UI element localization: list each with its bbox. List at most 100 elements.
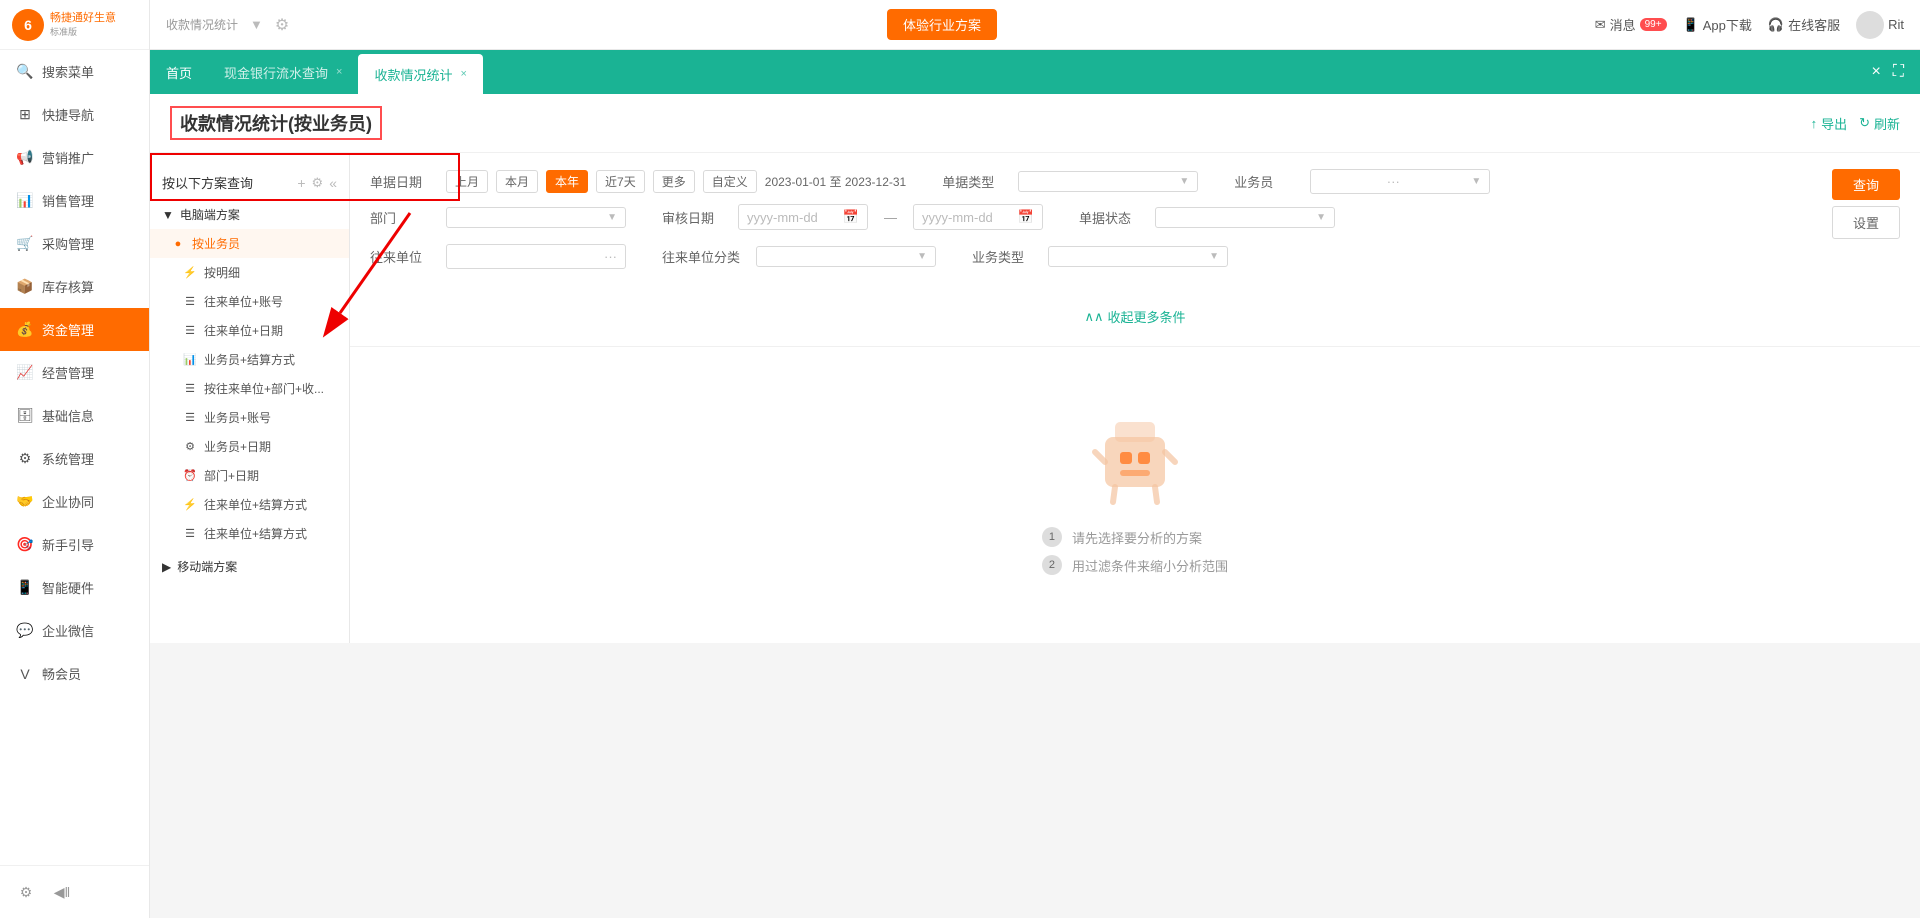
trial-button[interactable]: 体验行业方案: [887, 9, 997, 40]
step-2-num: 2: [1042, 555, 1062, 575]
tab-home[interactable]: 首页: [150, 50, 208, 94]
logo-icon: 6: [12, 9, 44, 41]
online-service-action[interactable]: 🎧 在线客服: [1768, 15, 1840, 34]
scheme-by-salesperson[interactable]: ● 按业务员: [150, 229, 349, 258]
finance-icon: 💰: [16, 321, 34, 339]
sidebar-item-hardware[interactable]: 📱 智能硬件: [0, 566, 149, 609]
mobile-section[interactable]: ▶ 移动端方案: [150, 552, 349, 581]
user-name: Rit: [1888, 17, 1904, 32]
sidebar-item-enterprise[interactable]: 🤝 企业协同: [0, 480, 149, 523]
date-btn-7days[interactable]: 近7天: [596, 170, 645, 193]
biz-type-label: 业务类型: [972, 247, 1032, 266]
date-range-text: 2023-01-01 至 2023-12-31: [765, 173, 906, 190]
partner-more-btn[interactable]: ···: [604, 249, 617, 264]
scheme-partner-settlement1[interactable]: ⚡ 往来单位+结算方式: [150, 490, 349, 519]
hardware-icon: 📱: [16, 579, 34, 597]
collapse-filter-btn[interactable]: ∧∧ 收起更多条件: [1084, 307, 1185, 326]
doc-status-select[interactable]: ▼: [1155, 207, 1335, 228]
filter-settings-button[interactable]: 设置: [1832, 206, 1900, 239]
settings-icon[interactable]: ⚙: [275, 15, 289, 35]
page-title: 收款情况统计(按业务员): [170, 106, 382, 140]
collapse-panel-btn[interactable]: «: [329, 175, 337, 191]
sidebar-item-search[interactable]: 🔍 搜索菜单: [0, 50, 149, 93]
date-btn-this-month[interactable]: 本月: [496, 170, 538, 193]
close-receipts-tab[interactable]: ×: [460, 68, 466, 80]
partner-select[interactable]: ···: [446, 244, 626, 269]
scheme-salesperson-settlement[interactable]: 📊 业务员+结算方式: [150, 345, 349, 374]
date-btn-custom[interactable]: 自定义: [703, 170, 757, 193]
export-button[interactable]: ↑ 导出: [1811, 114, 1848, 133]
step-1-text: 请先选择要分析的方案: [1072, 528, 1202, 547]
tab-receipts[interactable]: 收款情况统计 ×: [358, 54, 482, 94]
scheme-settings-btn[interactable]: ⚙: [312, 175, 324, 191]
calendar-to-icon[interactable]: 📅: [1018, 209, 1034, 225]
sidebar-item-inventory[interactable]: 📦 库存核算: [0, 265, 149, 308]
scheme-partner-account-label: 往来单位+账号: [204, 293, 283, 310]
salesperson-select[interactable]: ··· ▼: [1310, 169, 1490, 194]
dropdown-icon[interactable]: ▼: [250, 17, 263, 32]
collapse-sidebar-btn[interactable]: ◀‖: [48, 878, 76, 906]
biz-type-select[interactable]: ▼: [1048, 246, 1228, 267]
wechat-icon: 💬: [16, 622, 34, 640]
doc-type-label: 单据类型: [942, 172, 1002, 191]
scheme-partner-dept-label: 按往来单位+部门+收...: [204, 380, 324, 397]
review-date-to[interactable]: yyyy-mm-dd 📅: [913, 204, 1043, 230]
sidebar-label-quicknav: 快捷导航: [42, 105, 94, 124]
page-actions: ↑ 导出 ↻ 刷新: [1811, 114, 1900, 133]
sidebar-item-guide[interactable]: 🎯 新手引导: [0, 523, 149, 566]
settlement-icon: 📊: [182, 352, 198, 368]
scheme-partner-date[interactable]: ☰ 往来单位+日期: [150, 316, 349, 345]
sidebar-item-operations[interactable]: 📈 经营管理: [0, 351, 149, 394]
add-scheme-btn[interactable]: +: [297, 175, 305, 191]
sidebar-label-inventory: 库存核算: [42, 277, 94, 296]
sidebar-item-purchase[interactable]: 🛒 采购管理: [0, 222, 149, 265]
sidebar-item-system[interactable]: ⚙ 系统管理: [0, 437, 149, 480]
desktop-section[interactable]: ▼ 电脑端方案: [150, 200, 349, 229]
sidebar-item-basic[interactable]: 🗄 基础信息: [0, 394, 149, 437]
tab-bank[interactable]: 现金银行流水查询 ×: [208, 50, 358, 94]
query-button[interactable]: 查询: [1832, 169, 1900, 200]
app-download-label: App下载: [1703, 15, 1752, 34]
sidebar-item-wechat[interactable]: 💬 企业微信: [0, 609, 149, 652]
refresh-button[interactable]: ↻ 刷新: [1859, 114, 1900, 133]
scheme-settlement-label: 业务员+结算方式: [204, 351, 295, 368]
sidebar-item-finance[interactable]: 💰 资金管理: [0, 308, 149, 351]
close-tab-btn[interactable]: ×: [1871, 63, 1880, 81]
scheme-salesperson-date[interactable]: ⚙ 业务员+日期: [150, 432, 349, 461]
scheme-by-detail[interactable]: ⚡ 按明细: [150, 258, 349, 287]
scheme-partner-settlement2-label: 往来单位+结算方式: [204, 525, 307, 542]
date-btn-last-month[interactable]: 上月: [446, 170, 488, 193]
scheme-salesperson-account[interactable]: ☰ 业务员+账号: [150, 403, 349, 432]
sidebar-item-marketing[interactable]: 📢 营销推广: [0, 136, 149, 179]
sidebar-item-vip[interactable]: V 畅会员: [0, 652, 149, 695]
date-btn-more[interactable]: 更多: [653, 170, 695, 193]
close-bank-tab[interactable]: ×: [336, 66, 342, 78]
sidebar-label-operations: 经营管理: [42, 363, 94, 382]
doc-type-select[interactable]: ▼: [1018, 171, 1198, 192]
sidebar-item-quicknav[interactable]: ⊞ 快捷导航: [0, 93, 149, 136]
maximize-tab-btn[interactable]: ⛶: [1893, 63, 1904, 81]
user-action[interactable]: Rit: [1856, 11, 1904, 39]
date-separator: 至: [830, 175, 845, 189]
scheme-partner-account[interactable]: ☰ 往来单位+账号: [150, 287, 349, 316]
left-panel-title: 按以下方案查询: [162, 173, 253, 192]
partner-category-select[interactable]: ▼: [756, 246, 936, 267]
scheme-partner-settlement2[interactable]: ☰ 往来单位+结算方式: [150, 519, 349, 548]
sidebar-item-sales[interactable]: 📊 销售管理: [0, 179, 149, 222]
sidebar-label-guide: 新手引导: [42, 535, 94, 554]
salesperson-caret: ▼: [1471, 176, 1481, 187]
dept-select[interactable]: ▼: [446, 207, 626, 228]
scheme-dept-date[interactable]: ⏰ 部门+日期: [150, 461, 349, 490]
date-btn-this-year[interactable]: 本年: [546, 170, 588, 193]
calendar-from-icon[interactable]: 📅: [843, 209, 859, 225]
doc-type-caret: ▼: [1179, 176, 1189, 187]
salesperson-more-btn[interactable]: ···: [1387, 174, 1400, 189]
scheme-partner-dept[interactable]: ☰ 按往来单位+部门+收...: [150, 374, 349, 403]
scheme-dept-date-label: 部门+日期: [204, 467, 259, 484]
messages-action[interactable]: ✉ 消息 99+: [1595, 15, 1667, 34]
settings-footer-btn[interactable]: ⚙: [12, 878, 40, 906]
doc-status-label: 单据状态: [1079, 208, 1139, 227]
review-date-from[interactable]: yyyy-mm-dd 📅: [738, 204, 868, 230]
partner-date-icon: ☰: [182, 323, 198, 339]
app-download-action[interactable]: 📱 App下载: [1683, 15, 1752, 34]
